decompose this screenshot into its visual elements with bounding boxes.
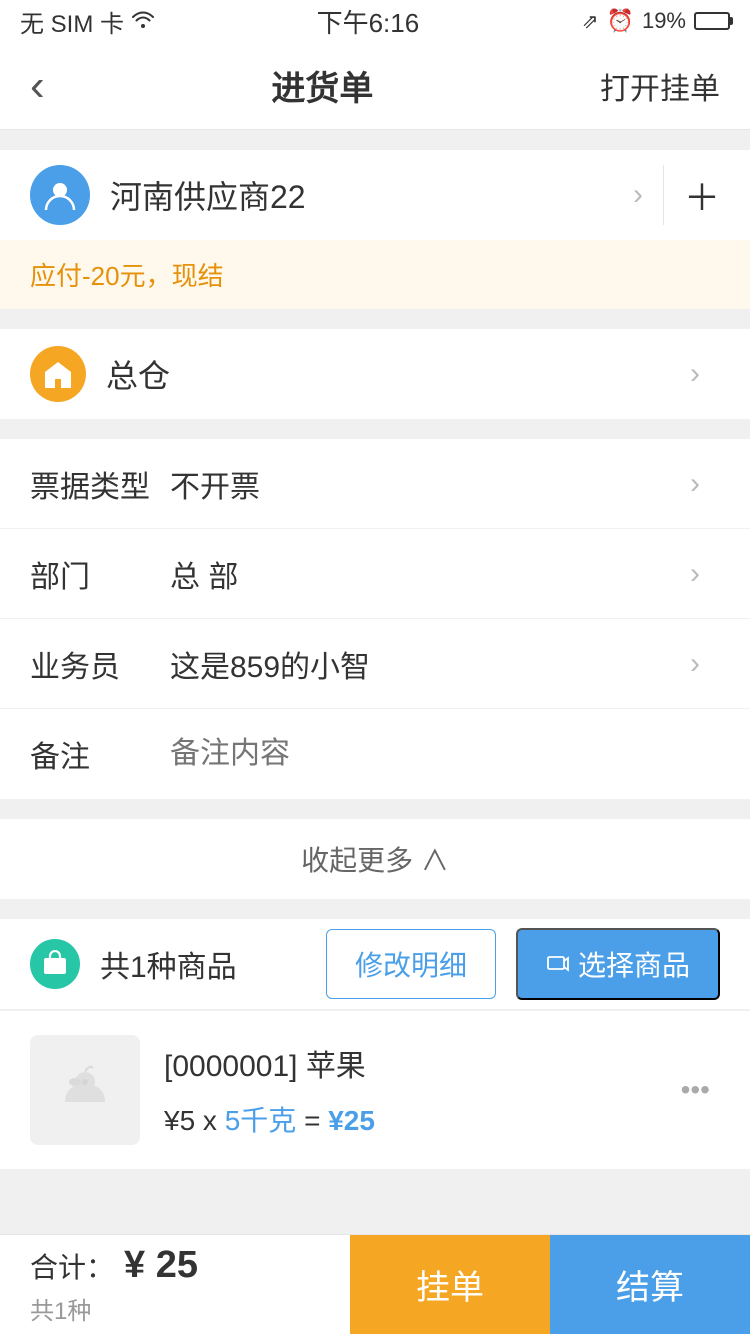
add-button[interactable]: ＋ [684,169,720,221]
status-bar: 无 SIM 卡 下午6:16 ⇗ ⏰ 19% [0,0,750,42]
invoice-type-value: 不开票 [150,462,690,506]
total-sub: 共1种 [30,1291,320,1326]
battery-icon [694,12,730,30]
warehouse-chevron-icon: › [690,357,700,391]
salesperson-label: 业务员 [30,642,150,686]
form-section: 票据类型 不开票 › 部门 总 部 › 业务员 这是859的小智 › 备注 [0,439,750,799]
remark-label: 备注 [30,732,150,776]
divider [663,165,664,225]
suspend-button[interactable]: 挂单 [350,1235,550,1334]
product-more-button[interactable]: ••• [671,1064,720,1116]
back-button[interactable]: ‹ [30,61,45,111]
wifi-icon [132,7,154,35]
products-header: 共1种商品 修改明细 选择商品 [0,919,750,1009]
product-thumbnail [30,1035,140,1145]
supplier-row[interactable]: 河南供应商22 › ＋ [0,150,750,240]
supplier-chevron-icon: › [633,178,643,212]
open-pending-button[interactable]: 打开挂单 [600,64,720,108]
department-label: 部门 [30,552,150,596]
status-left: 无 SIM 卡 [20,4,154,39]
salesperson-chevron-icon: › [690,647,700,681]
carrier-label: 无 SIM 卡 [20,4,124,39]
supplier-section: 河南供应商22 › ＋ 应付-20元，现结 [0,150,750,309]
settle-button[interactable]: 结算 [550,1235,750,1334]
status-time: 下午6:16 [317,3,420,40]
page-title: 进货单 [271,61,373,110]
location-icon: ⇗ [582,9,599,34]
department-row[interactable]: 部门 总 部 › [0,529,750,619]
salesperson-value: 这是859的小智 [150,642,690,686]
product-item: [0000001] 苹果 ¥5 x 5千克 = ¥25 ••• [0,1011,750,1169]
product-price: ¥5 x 5千克 = ¥25 [164,1099,671,1139]
supplier-avatar [30,165,90,225]
status-right: ⇗ ⏰ 19% [582,8,730,34]
warehouse-icon [30,346,86,402]
product-count-icon [30,939,80,989]
salesperson-row[interactable]: 业务员 这是859的小智 › [0,619,750,709]
warehouse-name: 总仓 [106,351,690,397]
department-value: 总 部 [150,552,690,596]
collapse-label: 收起更多 ∧ [301,839,449,879]
supplier-name: 河南供应商22 [110,172,633,218]
product-info: [0000001] 苹果 ¥5 x 5千克 = ¥25 [164,1041,671,1139]
remark-input[interactable] [150,737,720,771]
notice-banner: 应付-20元，现结 [0,240,750,309]
invoice-chevron-icon: › [690,467,700,501]
total-area: 合计： ¥ 25 共1种 [0,1244,350,1326]
department-chevron-icon: › [690,557,700,591]
select-product-button[interactable]: 选择商品 [516,928,720,1000]
bottom-bar: 合计： ¥ 25 共1种 挂单 结算 [0,1234,750,1334]
alarm-icon: ⏰ [607,8,634,34]
total-amount: ¥ 25 [124,1244,198,1287]
product-name: [0000001] 苹果 [164,1041,671,1085]
nav-bar: ‹ 进货单 打开挂单 [0,42,750,130]
select-product-label: 选择商品 [578,944,690,984]
invoice-type-label: 票据类型 [30,462,150,506]
remark-row[interactable]: 备注 [0,709,750,799]
battery-percent: 19% [642,8,686,34]
modify-detail-button[interactable]: 修改明细 [326,929,496,999]
warehouse-row[interactable]: 总仓 › [0,329,750,419]
total-label: 合计： [30,1246,114,1286]
collapse-row[interactable]: 收起更多 ∧ [0,819,750,899]
invoice-type-row[interactable]: 票据类型 不开票 › [0,439,750,529]
product-count-text: 共1种商品 [100,942,326,986]
